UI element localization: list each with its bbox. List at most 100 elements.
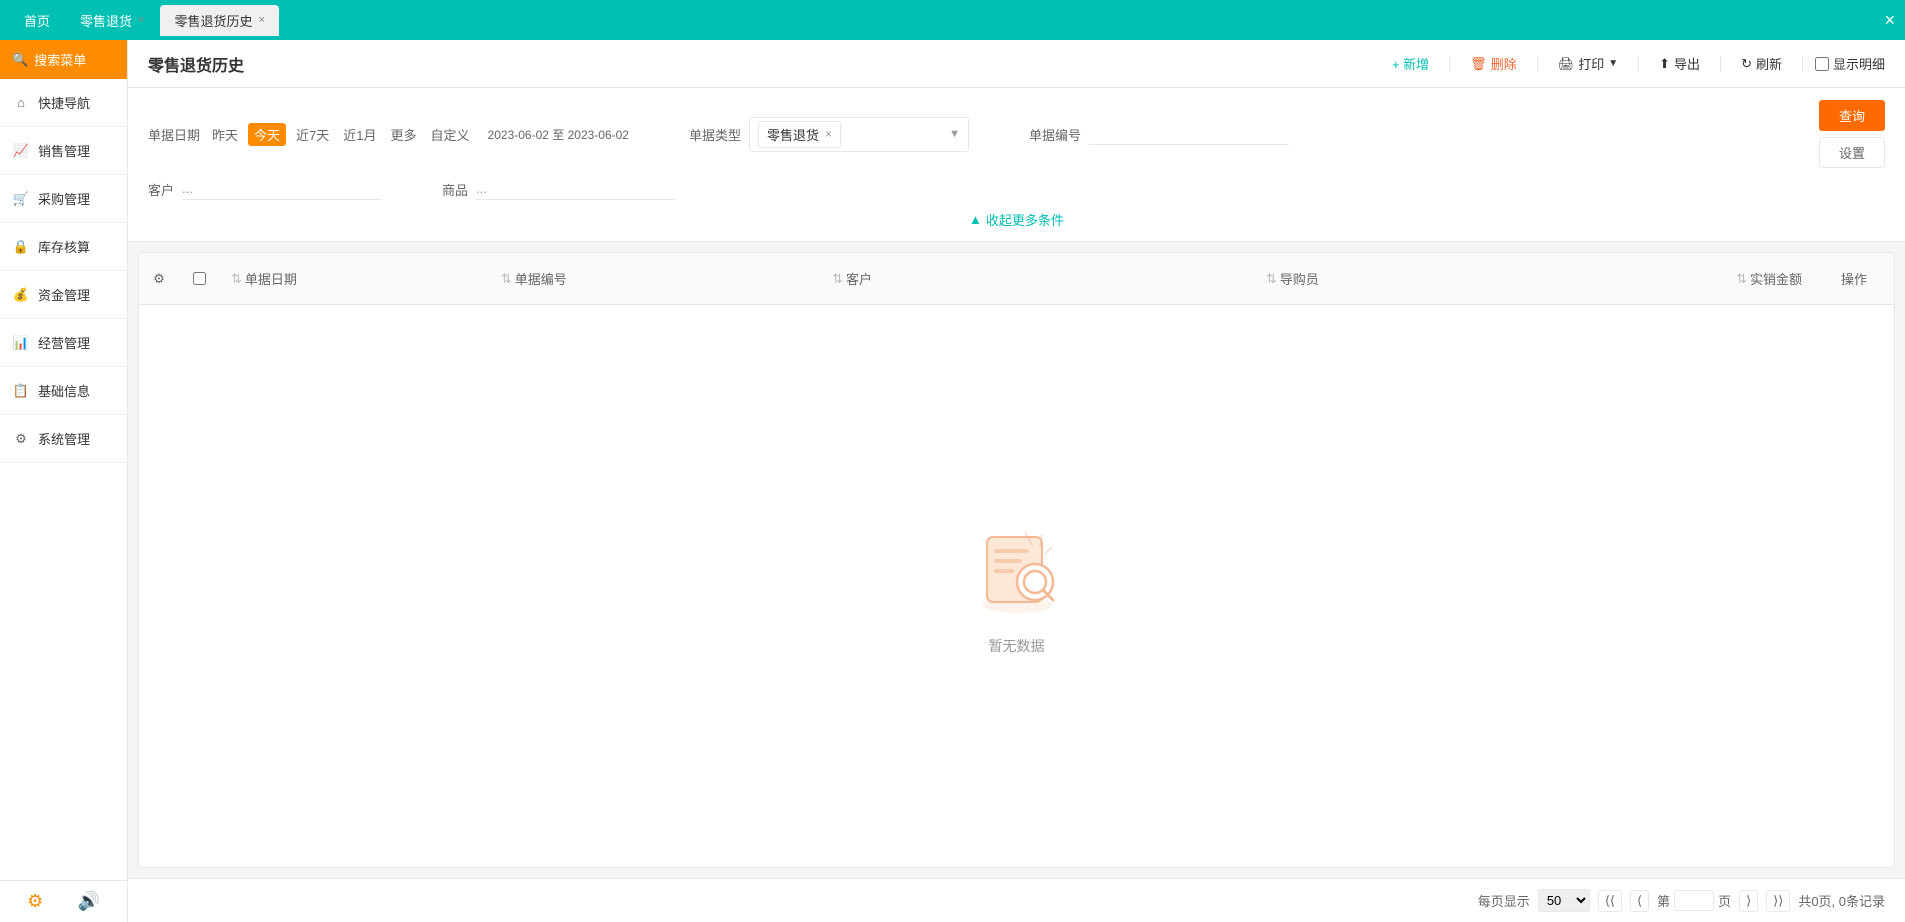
tab-home[interactable]: 首页: [10, 5, 64, 36]
sidebar-item-system[interactable]: ⚙ 系统管理: [0, 415, 127, 463]
date-1month[interactable]: 近1月: [339, 123, 380, 146]
new-button[interactable]: + 新增: [1384, 50, 1437, 77]
th-checkbox[interactable]: [179, 264, 219, 293]
sort-icon-guide: ⇅: [1266, 271, 1277, 287]
select-all-checkbox[interactable]: [193, 272, 206, 285]
tab-list: 首页 零售退货 × 零售退货历史 ×: [10, 5, 1884, 36]
show-detail-checkbox[interactable]: [1815, 57, 1829, 71]
divider: [1638, 56, 1639, 72]
finance-icon: 💰: [12, 286, 30, 304]
sidebar-item-purchase[interactable]: 🛒 采购管理: [0, 175, 127, 223]
goods-input[interactable]: ...: [476, 178, 676, 200]
sort-icon-date: ⇅: [231, 271, 242, 287]
sidebar-item-sales[interactable]: 📈 销售管理: [0, 127, 127, 175]
empty-state: 暂无数据: [139, 305, 1894, 867]
sidebar-item-inventory[interactable]: 🔒 库存核算: [0, 223, 127, 271]
refresh-button[interactable]: ↻ 刷新: [1733, 50, 1790, 77]
empty-text: 暂无数据: [989, 636, 1045, 656]
sort-icon-number: ⇅: [501, 271, 512, 287]
query-button[interactable]: 查询: [1819, 100, 1885, 131]
filter-row-2: 客户 ... 商品 ...: [148, 178, 1885, 200]
th-date[interactable]: ⇅ 单据日期: [219, 261, 489, 296]
customer-label: 客户: [148, 180, 174, 199]
tab-retail-return[interactable]: 零售退货 ×: [66, 5, 158, 36]
home-icon: ⌂: [12, 94, 30, 112]
page-size-select[interactable]: 10 20 50 100: [1538, 889, 1590, 912]
first-page-button[interactable]: ⟨⟨: [1598, 890, 1622, 912]
filter-area: 单据日期 昨天 今天 近7天 近1月 更多 自定义 2023-06-02 至 2…: [128, 88, 1905, 242]
basic-info-icon: 📋: [12, 382, 30, 400]
th-guide[interactable]: ⇅ 导购员: [1254, 261, 1585, 296]
filter-settings-button[interactable]: 设置: [1819, 137, 1885, 168]
content-area: 零售退货历史 + 新增 🗑 删除 🖨 打印 ▼ ⬆ 导出: [128, 40, 1905, 922]
last-page-button[interactable]: ⟩⟩: [1766, 890, 1790, 912]
page-size-label: 每页显示: [1478, 891, 1530, 910]
doc-type-value: 零售退货: [767, 125, 819, 144]
inventory-icon: 🔒: [12, 238, 30, 256]
sidebar-item-label: 经营管理: [38, 333, 90, 352]
settings-icon: ⚙: [153, 271, 165, 287]
date-more[interactable]: 更多: [387, 123, 421, 146]
sidebar-item-label: 基础信息: [38, 381, 90, 400]
pagination: 每页显示 10 20 50 100 ⟨⟨ ⟨ 第 1 页 ⟩ ⟩⟩ 共0页, 0…: [128, 878, 1905, 922]
date-range-display: 2023-06-02 至 2023-06-02: [488, 126, 629, 143]
page-suffix: 页: [1718, 891, 1731, 910]
print-button[interactable]: 🖨 打印 ▼: [1550, 50, 1626, 77]
volume-icon[interactable]: 🔊: [77, 891, 99, 912]
doc-type-dropdown[interactable]: 零售退货 × ▼: [749, 117, 969, 152]
sidebar-item-label: 采购管理: [38, 189, 90, 208]
date-custom[interactable]: 自定义: [427, 123, 474, 146]
export-icon: ⬆: [1659, 56, 1670, 72]
th-number[interactable]: ⇅ 单据编号: [489, 261, 820, 296]
sidebar-item-quick-nav[interactable]: ⌂ 快捷导航: [0, 79, 127, 127]
date-filter-label: 单据日期: [148, 125, 200, 144]
show-detail-toggle[interactable]: 显示明细: [1815, 54, 1885, 73]
sidebar-item-finance[interactable]: 💰 资金管理: [0, 271, 127, 319]
tab-retail-return-close[interactable]: ×: [138, 14, 144, 26]
total-info: 共0页, 0条记录: [1798, 891, 1885, 910]
doc-type-tag-close[interactable]: ×: [825, 127, 832, 141]
delete-icon: 🗑: [1470, 56, 1487, 72]
th-amount[interactable]: ⇅ 实销金额: [1585, 261, 1814, 296]
date-today[interactable]: 今天: [248, 123, 286, 146]
divider: [1449, 56, 1450, 72]
sidebar-item-operations[interactable]: 📊 经营管理: [0, 319, 127, 367]
tab-retail-return-history-close[interactable]: ×: [258, 14, 264, 26]
sidebar-item-basic-info[interactable]: 📋 基础信息: [0, 367, 127, 415]
date-7days[interactable]: 近7天: [292, 123, 333, 146]
sidebar-item-label: 销售管理: [38, 141, 90, 160]
sales-icon: 📈: [12, 142, 30, 160]
sidebar-item-label: 快捷导航: [38, 93, 90, 112]
delete-button[interactable]: 🗑 删除: [1462, 50, 1525, 77]
collapse-filter-button[interactable]: ▲ 收起更多条件: [969, 210, 1064, 229]
prev-page-button[interactable]: ⟨: [1630, 890, 1649, 912]
page-info: 第 1 页: [1657, 890, 1731, 911]
system-icon: ⚙: [12, 430, 30, 448]
divider: [1537, 56, 1538, 72]
refresh-icon: ↻: [1741, 56, 1752, 72]
export-button[interactable]: ⬆ 导出: [1651, 50, 1708, 77]
sidebar-item-label: 库存核算: [38, 237, 90, 256]
customer-input[interactable]: ...: [182, 178, 382, 200]
print-dropdown-icon: ▼: [1608, 58, 1618, 69]
settings-bottom-icon[interactable]: ⚙: [27, 891, 43, 912]
sidebar: 🔍 搜索菜单 ⌂ 快捷导航 📈 销售管理 🛒 采购管理 🔒 库存核算 💰 资金管…: [0, 40, 128, 922]
date-yesterday[interactable]: 昨天: [208, 123, 242, 146]
current-page-input[interactable]: 1: [1674, 890, 1714, 911]
top-bar: 首页 零售退货 × 零售退货历史 × ×: [0, 0, 1905, 40]
sort-icon-amount: ⇅: [1736, 271, 1747, 287]
sidebar-search[interactable]: 🔍 搜索菜单: [0, 40, 127, 79]
print-icon: 🖨: [1558, 56, 1575, 72]
th-settings[interactable]: ⚙: [139, 263, 179, 295]
date-options: 昨天 今天 近7天 近1月 更多 自定义: [208, 123, 474, 146]
sidebar-item-label: 系统管理: [38, 429, 90, 448]
th-customer[interactable]: ⇅ 客户: [820, 261, 1254, 296]
window-close-button[interactable]: ×: [1884, 10, 1895, 31]
divider: [1802, 56, 1803, 72]
sidebar-bottom: ⚙ 🔊: [0, 880, 127, 922]
tab-retail-return-history[interactable]: 零售退货历史 ×: [160, 5, 278, 36]
sidebar-item-label: 资金管理: [38, 285, 90, 304]
doc-number-input[interactable]: [1089, 123, 1289, 145]
goods-label: 商品: [442, 180, 468, 199]
next-page-button[interactable]: ⟩: [1739, 890, 1758, 912]
